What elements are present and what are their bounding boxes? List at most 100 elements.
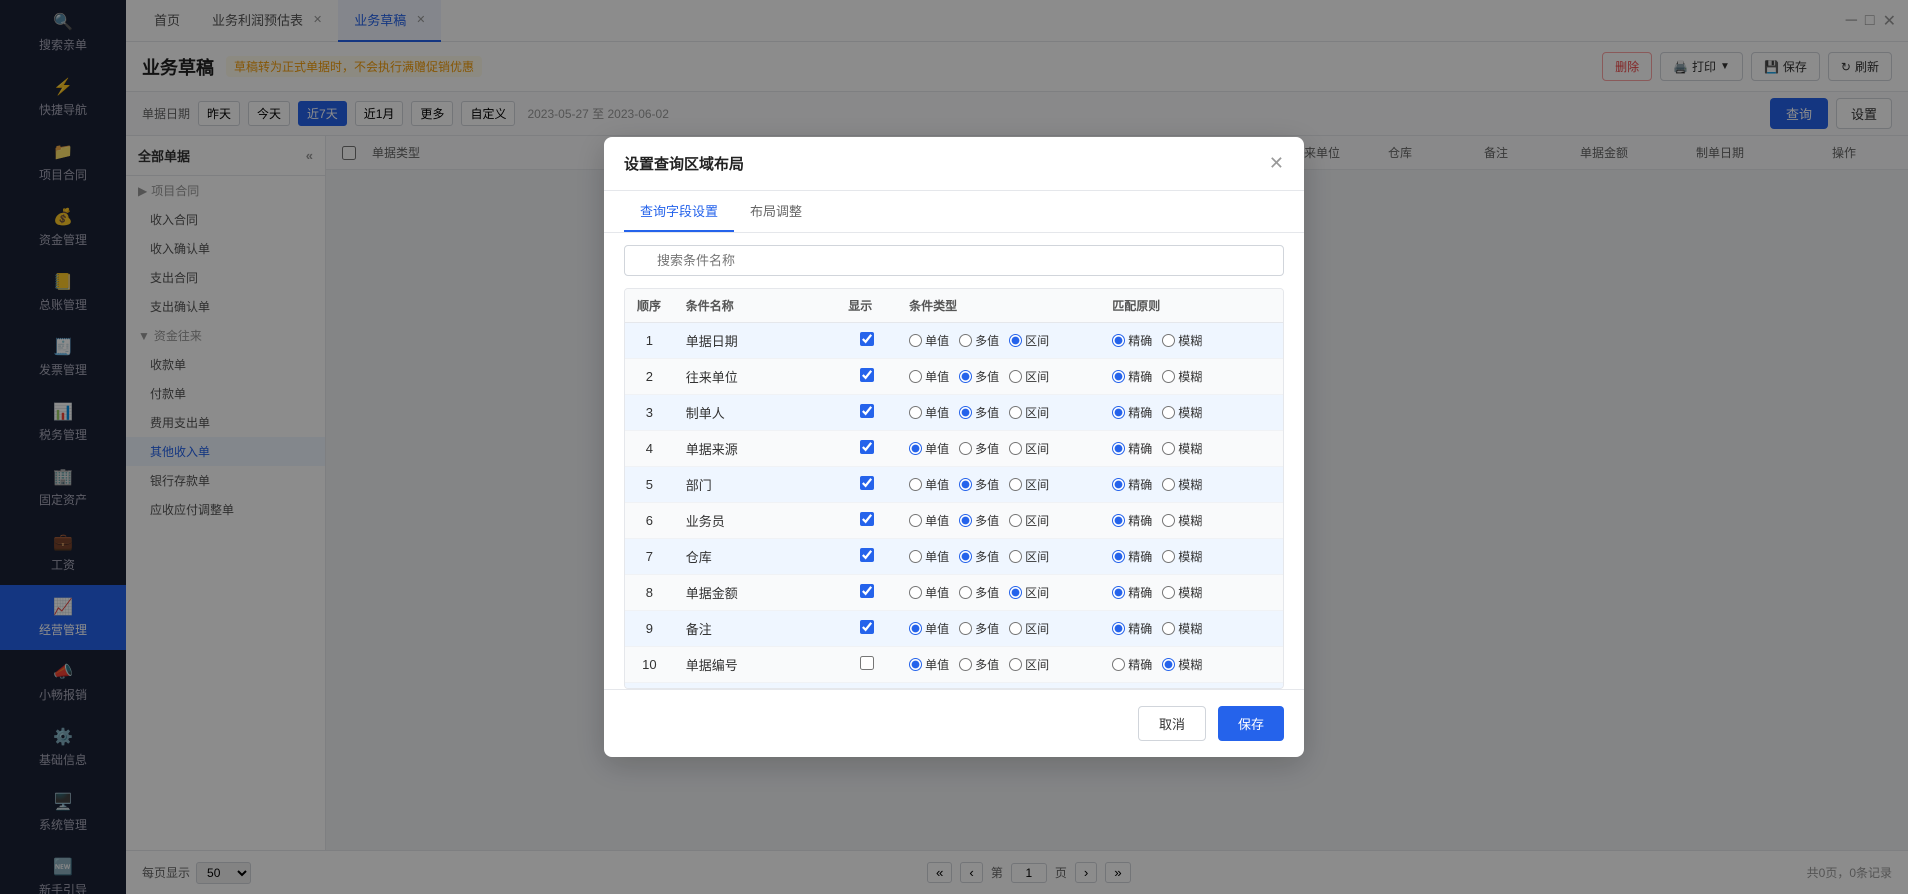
match-option-精确[interactable]: 精确 — [1112, 332, 1152, 349]
show-checkbox[interactable] — [860, 332, 874, 346]
type-radio[interactable] — [909, 658, 922, 671]
show-checkbox[interactable] — [860, 476, 874, 490]
show-checkbox[interactable] — [860, 368, 874, 382]
type-radio[interactable] — [909, 406, 922, 419]
type-radio[interactable] — [959, 622, 972, 635]
cell-show[interactable] — [836, 431, 897, 467]
type-radio[interactable] — [909, 478, 922, 491]
type-option-多值[interactable]: 多值 — [959, 368, 999, 385]
type-option-多值[interactable]: 多值 — [959, 440, 999, 457]
show-checkbox[interactable] — [860, 440, 874, 454]
match-radio[interactable] — [1162, 370, 1175, 383]
match-option-模糊[interactable]: 模糊 — [1162, 404, 1202, 421]
type-radio[interactable] — [909, 334, 922, 347]
modal-save-button[interactable]: 保存 — [1218, 706, 1284, 741]
match-option-精确[interactable]: 精确 — [1112, 476, 1152, 493]
type-option-单值[interactable]: 单值 — [909, 584, 949, 601]
type-option-区间[interactable]: 区间 — [1009, 332, 1049, 349]
cell-show[interactable] — [836, 359, 897, 395]
match-radio[interactable] — [1162, 550, 1175, 563]
match-option-模糊[interactable]: 模糊 — [1162, 512, 1202, 529]
match-option-模糊[interactable]: 模糊 — [1162, 476, 1202, 493]
match-radio[interactable] — [1112, 658, 1125, 671]
match-radio[interactable] — [1112, 478, 1125, 491]
match-option-精确[interactable]: 精确 — [1112, 512, 1152, 529]
cell-show[interactable] — [836, 611, 897, 647]
match-radio[interactable] — [1162, 334, 1175, 347]
type-radio[interactable] — [909, 370, 922, 383]
show-checkbox[interactable] — [860, 656, 874, 670]
show-checkbox[interactable] — [860, 404, 874, 418]
type-option-单值[interactable]: 单值 — [909, 620, 949, 637]
type-option-区间[interactable]: 区间 — [1009, 548, 1049, 565]
cell-show[interactable] — [836, 395, 897, 431]
type-radio[interactable] — [1009, 550, 1022, 563]
match-radio[interactable] — [1112, 334, 1125, 347]
match-radio[interactable] — [1112, 622, 1125, 635]
match-option-精确[interactable]: 精确 — [1112, 620, 1152, 637]
match-option-模糊[interactable]: 模糊 — [1162, 584, 1202, 601]
type-option-单值[interactable]: 单值 — [909, 440, 949, 457]
type-radio[interactable] — [959, 370, 972, 383]
type-radio[interactable] — [909, 622, 922, 635]
type-radio[interactable] — [1009, 658, 1022, 671]
match-radio[interactable] — [1112, 586, 1125, 599]
type-radio[interactable] — [909, 514, 922, 527]
type-option-单值[interactable]: 单值 — [909, 512, 949, 529]
type-option-区间[interactable]: 区间 — [1009, 656, 1049, 673]
show-checkbox[interactable] — [860, 512, 874, 526]
match-radio[interactable] — [1162, 622, 1175, 635]
type-option-区间[interactable]: 区间 — [1009, 476, 1049, 493]
match-option-模糊[interactable]: 模糊 — [1162, 620, 1202, 637]
type-radio[interactable] — [909, 442, 922, 455]
type-radio[interactable] — [959, 514, 972, 527]
match-option-模糊[interactable]: 模糊 — [1162, 368, 1202, 385]
match-radio[interactable] — [1162, 406, 1175, 419]
match-option-精确[interactable]: 精确 — [1112, 584, 1152, 601]
match-radio[interactable] — [1112, 370, 1125, 383]
type-option-单值[interactable]: 单值 — [909, 548, 949, 565]
match-option-精确[interactable]: 精确 — [1112, 368, 1152, 385]
modal-tab-layout[interactable]: 布局调整 — [734, 191, 818, 232]
type-option-区间[interactable]: 区间 — [1009, 404, 1049, 421]
type-radio[interactable] — [1009, 442, 1022, 455]
type-option-区间[interactable]: 区间 — [1009, 620, 1049, 637]
type-radio[interactable] — [959, 334, 972, 347]
modal-close-button[interactable]: ✕ — [1269, 153, 1284, 174]
match-radio[interactable] — [1162, 658, 1175, 671]
type-radio[interactable] — [959, 442, 972, 455]
type-radio[interactable] — [1009, 370, 1022, 383]
match-radio[interactable] — [1112, 442, 1125, 455]
type-radio[interactable] — [909, 550, 922, 563]
type-option-多值[interactable]: 多值 — [959, 548, 999, 565]
type-radio[interactable] — [1009, 586, 1022, 599]
cell-show[interactable] — [836, 575, 897, 611]
type-option-单值[interactable]: 单值 — [909, 332, 949, 349]
match-radio[interactable] — [1162, 478, 1175, 491]
type-option-单值[interactable]: 单值 — [909, 368, 949, 385]
cell-show[interactable] — [836, 467, 897, 503]
show-checkbox[interactable] — [860, 620, 874, 634]
show-checkbox[interactable] — [860, 548, 874, 562]
match-option-精确[interactable]: 精确 — [1112, 440, 1152, 457]
cell-show[interactable] — [836, 503, 897, 539]
match-option-模糊[interactable]: 模糊 — [1162, 548, 1202, 565]
type-option-单值[interactable]: 单值 — [909, 476, 949, 493]
type-radio[interactable] — [959, 478, 972, 491]
modal-tab-fields[interactable]: 查询字段设置 — [624, 191, 734, 232]
type-option-多值[interactable]: 多值 — [959, 656, 999, 673]
type-option-单值[interactable]: 单值 — [909, 404, 949, 421]
match-radio[interactable] — [1162, 442, 1175, 455]
type-radio[interactable] — [1009, 622, 1022, 635]
cell-show[interactable] — [836, 323, 897, 359]
match-option-模糊[interactable]: 模糊 — [1162, 332, 1202, 349]
type-option-单值[interactable]: 单值 — [909, 656, 949, 673]
match-radio[interactable] — [1162, 586, 1175, 599]
type-radio[interactable] — [959, 406, 972, 419]
type-option-区间[interactable]: 区间 — [1009, 512, 1049, 529]
match-radio[interactable] — [1112, 550, 1125, 563]
show-checkbox[interactable] — [860, 584, 874, 598]
modal-overlay[interactable]: 设置查询区域布局 ✕ 查询字段设置 布局调整 🔍 顺序 条件名称 显示 — [0, 0, 1908, 894]
match-radio[interactable] — [1162, 514, 1175, 527]
type-option-区间[interactable]: 区间 — [1009, 584, 1049, 601]
